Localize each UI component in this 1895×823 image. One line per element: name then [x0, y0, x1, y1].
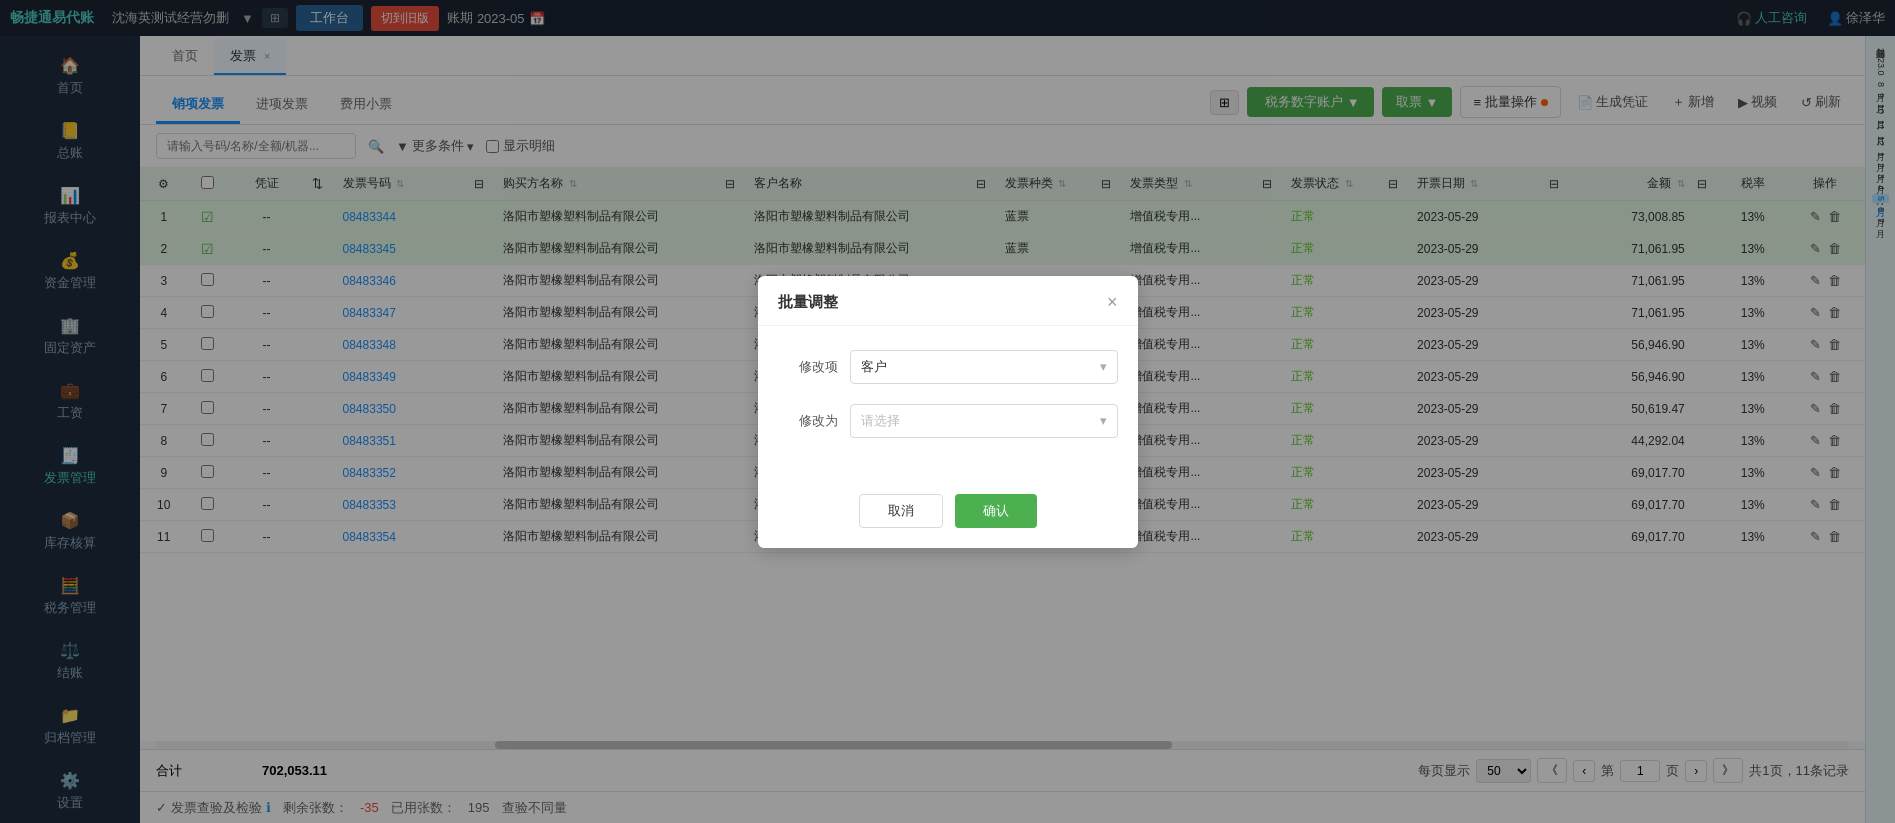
modal-overlay[interactable]: 批量调整 × 修改项 客户 ▾ 修改为 请选择 ▾ 取消 确认: [0, 0, 1895, 823]
batch-adjust-modal: 批量调整 × 修改项 客户 ▾ 修改为 请选择 ▾ 取消 确认: [758, 276, 1138, 548]
modify-to-arrow: ▾: [1100, 413, 1107, 428]
modal-title: 批量调整: [778, 293, 838, 312]
modal-header: 批量调整 ×: [758, 276, 1138, 326]
modify-field-row: 修改项 客户 ▾: [778, 350, 1118, 384]
confirm-btn[interactable]: 确认: [955, 494, 1037, 528]
modal-footer: 取消 确认: [758, 482, 1138, 548]
modify-field-value: 客户: [861, 358, 887, 376]
modify-field-arrow: ▾: [1100, 359, 1107, 374]
modify-to-placeholder: 请选择: [861, 412, 900, 430]
modify-to-label: 修改为: [778, 412, 838, 430]
modify-to-row: 修改为 请选择 ▾: [778, 404, 1118, 438]
modify-to-select[interactable]: 请选择 ▾: [850, 404, 1118, 438]
cancel-btn[interactable]: 取消: [859, 494, 943, 528]
modal-body: 修改项 客户 ▾ 修改为 请选择 ▾: [758, 326, 1138, 482]
modify-field-label: 修改项: [778, 358, 838, 376]
modal-close-btn[interactable]: ×: [1107, 292, 1118, 313]
modify-field-select[interactable]: 客户 ▾: [850, 350, 1118, 384]
